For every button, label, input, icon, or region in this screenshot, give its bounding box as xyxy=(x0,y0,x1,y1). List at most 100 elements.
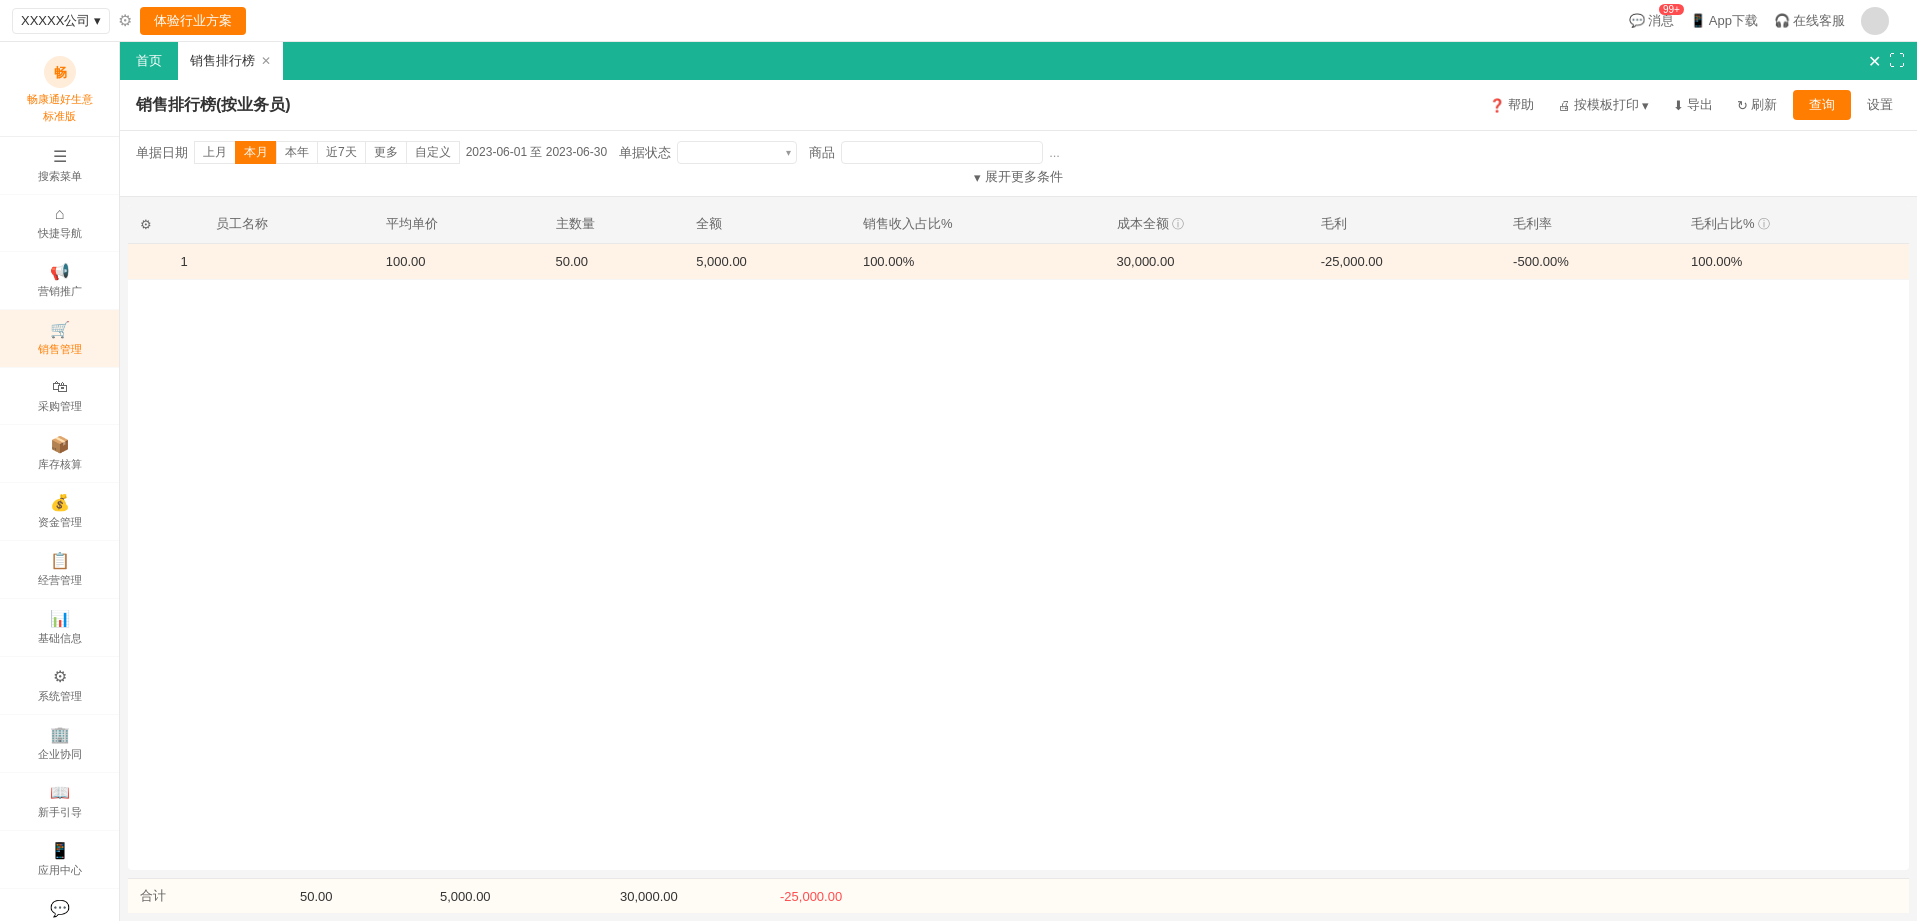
sidebar-item-operations[interactable]: 📋 经营管理 xyxy=(0,541,119,599)
date-filter: 单据日期 上月 本月 本年 近7天 更多 自定义 2023-06-01 至 20… xyxy=(136,141,607,164)
sidebar-label-basic: 基础信息 xyxy=(38,631,82,646)
sidebar-item-wechat[interactable]: 💬 企业微信 xyxy=(0,889,119,921)
help-button[interactable]: ❓ 帮助 xyxy=(1481,92,1542,118)
inventory-icon: 📦 xyxy=(50,435,70,454)
expand-label: 展开更多条件 xyxy=(985,168,1063,186)
sidebar-label-guide: 新手引导 xyxy=(38,805,82,820)
tab-close-window-button[interactable]: ✕ xyxy=(1868,52,1881,71)
col-rank xyxy=(164,205,204,244)
tab-home[interactable]: 首页 xyxy=(120,42,178,80)
page-header: 销售排行榜(按业务员) ❓ 帮助 🖨 按模板打印 ▾ ⬇ 导出 xyxy=(120,80,1917,131)
home-icon: ⌂ xyxy=(55,205,65,223)
top-bar: XXXXX公司 ▾ ⚙ 体验行业方案 💬 消息 99+ 📱 App下载 🎧 在线… xyxy=(0,0,1917,42)
settings-label: 设置 xyxy=(1867,96,1893,114)
date-tab-7days[interactable]: 近7天 xyxy=(317,141,365,164)
print-label: 按模板打印 xyxy=(1574,96,1639,114)
avatar[interactable] xyxy=(1861,7,1889,35)
company-name: XXXXX公司 xyxy=(21,12,90,30)
refresh-button[interactable]: ↻ 刷新 xyxy=(1729,92,1785,118)
message-icon: 💬 xyxy=(1629,13,1645,28)
column-settings-icon[interactable]: ⚙ xyxy=(140,217,152,232)
query-button[interactable]: 查询 xyxy=(1793,90,1851,120)
purchase-icon: 🛍 xyxy=(52,378,68,396)
table-body: 1 100.00 50.00 5,000.00 100.00% 30,000.0… xyxy=(128,244,1909,280)
sidebar-item-guide[interactable]: 📖 新手引导 xyxy=(0,773,119,831)
sidebar-item-sales[interactable]: 🛒 销售管理 xyxy=(0,310,119,368)
date-tab-last-month[interactable]: 上月 xyxy=(194,141,235,164)
row-rank: 1 xyxy=(164,244,204,280)
goods-label: 商品 xyxy=(809,144,835,162)
online-service-button[interactable]: 🎧 在线客服 xyxy=(1774,12,1845,30)
company-selector[interactable]: XXXXX公司 ▾ xyxy=(12,8,110,34)
print-template-button[interactable]: 🖨 按模板打印 ▾ xyxy=(1550,92,1657,118)
tab-label-sales-rank: 销售排行榜 xyxy=(190,52,255,70)
settings-button[interactable]: 设置 xyxy=(1859,92,1901,118)
row-sales-pct: 100.00% xyxy=(851,244,1105,280)
app-download-label: App下载 xyxy=(1709,12,1758,30)
sidebar-label-purchase: 采购管理 xyxy=(38,399,82,414)
export-button[interactable]: ⬇ 导出 xyxy=(1665,92,1721,118)
export-label: 导出 xyxy=(1687,96,1713,114)
row-profit-rate: -500.00% xyxy=(1501,244,1679,280)
sidebar-item-app-center[interactable]: 📱 应用中心 xyxy=(0,831,119,889)
date-range: 2023-06-01 至 2023-06-30 xyxy=(466,144,607,161)
profit-pct-info-icon[interactable]: ⓘ xyxy=(1758,217,1770,231)
chevron-down-icon: ▾ xyxy=(974,170,981,185)
status-select[interactable] xyxy=(677,141,797,164)
enterprise-icon: 🏢 xyxy=(50,725,70,744)
expand-more-button[interactable]: ▾ 展开更多条件 xyxy=(974,168,1063,186)
cost-info-icon[interactable]: ⓘ xyxy=(1172,217,1184,231)
tab-bar: 首页 销售排行榜 ✕ ✕ ⛶ xyxy=(120,42,1917,80)
footer-amount: 5,000.00 xyxy=(440,889,540,904)
tab-sales-rank[interactable]: 销售排行榜 ✕ xyxy=(178,42,283,80)
sidebar-item-system[interactable]: ⚙ 系统管理 xyxy=(0,657,119,715)
date-tab-custom[interactable]: 自定义 xyxy=(406,141,460,164)
goods-input[interactable] xyxy=(841,141,1043,164)
date-label: 单据日期 xyxy=(136,144,188,162)
sidebar-item-purchase[interactable]: 🛍 采购管理 xyxy=(0,368,119,425)
gear-icon[interactable]: ⚙ xyxy=(118,11,132,30)
wechat-icon: 💬 xyxy=(50,899,70,918)
basic-info-icon: 📊 xyxy=(50,609,70,628)
sidebar-item-basic-info[interactable]: 📊 基础信息 xyxy=(0,599,119,657)
headset-icon: 🎧 xyxy=(1774,13,1790,28)
help-icon: ❓ xyxy=(1489,98,1505,113)
sidebar-item-inventory[interactable]: 📦 库存核算 xyxy=(0,425,119,483)
sidebar-item-marketing[interactable]: 📢 营销推广 xyxy=(0,252,119,310)
svg-text:畅: 畅 xyxy=(53,65,66,80)
col-settings: ⚙ xyxy=(128,205,164,244)
sidebar-item-quick-nav[interactable]: ⌂ 快捷导航 xyxy=(0,195,119,252)
col-cost: 成本全额 ⓘ xyxy=(1105,205,1309,244)
refresh-label: 刷新 xyxy=(1751,96,1777,114)
expand-row: ▾ 展开更多条件 xyxy=(136,164,1901,186)
sidebar-label-enterprise: 企业协同 xyxy=(38,747,82,762)
goods-more-icon[interactable]: ... xyxy=(1049,145,1060,160)
data-table-container: ⚙ 员工名称 平均单价 主数量 xyxy=(128,205,1909,870)
sidebar-item-search-order[interactable]: ☰ 搜索菜单 xyxy=(0,137,119,195)
date-tab-this-year[interactable]: 本年 xyxy=(276,141,317,164)
app-download-button[interactable]: 📱 App下载 xyxy=(1690,12,1758,30)
footer-profit: -25,000.00 xyxy=(780,889,880,904)
online-service-label: 在线客服 xyxy=(1793,12,1845,30)
operations-icon: 📋 xyxy=(50,551,70,570)
row-profit: -25,000.00 xyxy=(1309,244,1501,280)
guide-icon: 📖 xyxy=(50,783,70,802)
table-row: 1 100.00 50.00 5,000.00 100.00% 30,000.0… xyxy=(128,244,1909,280)
footer-cost: 30,000.00 xyxy=(620,889,720,904)
phone-icon: 📱 xyxy=(1690,13,1706,28)
row-profit-pct: 100.00% xyxy=(1679,244,1909,280)
sidebar-item-enterprise[interactable]: 🏢 企业协同 xyxy=(0,715,119,773)
tab-restore-button[interactable]: ⛶ xyxy=(1889,52,1905,70)
export-icon: ⬇ xyxy=(1673,98,1684,113)
logo-main-text: 畅康通好生意 xyxy=(27,92,93,107)
trial-button[interactable]: 体验行业方案 xyxy=(140,7,246,35)
col-avg-price: 平均单价 xyxy=(374,205,544,244)
chevron-down-icon: ▾ xyxy=(94,13,101,28)
logo-icon: 畅 xyxy=(42,54,78,90)
date-tab-more[interactable]: 更多 xyxy=(365,141,406,164)
sidebar-item-finance[interactable]: 💰 资金管理 xyxy=(0,483,119,541)
top-bar-right: 💬 消息 99+ 📱 App下载 🎧 在线客服 xyxy=(1629,7,1905,35)
message-button[interactable]: 💬 消息 99+ xyxy=(1629,12,1674,30)
tab-close-icon[interactable]: ✕ xyxy=(261,54,271,68)
date-tab-this-month[interactable]: 本月 xyxy=(235,141,276,164)
